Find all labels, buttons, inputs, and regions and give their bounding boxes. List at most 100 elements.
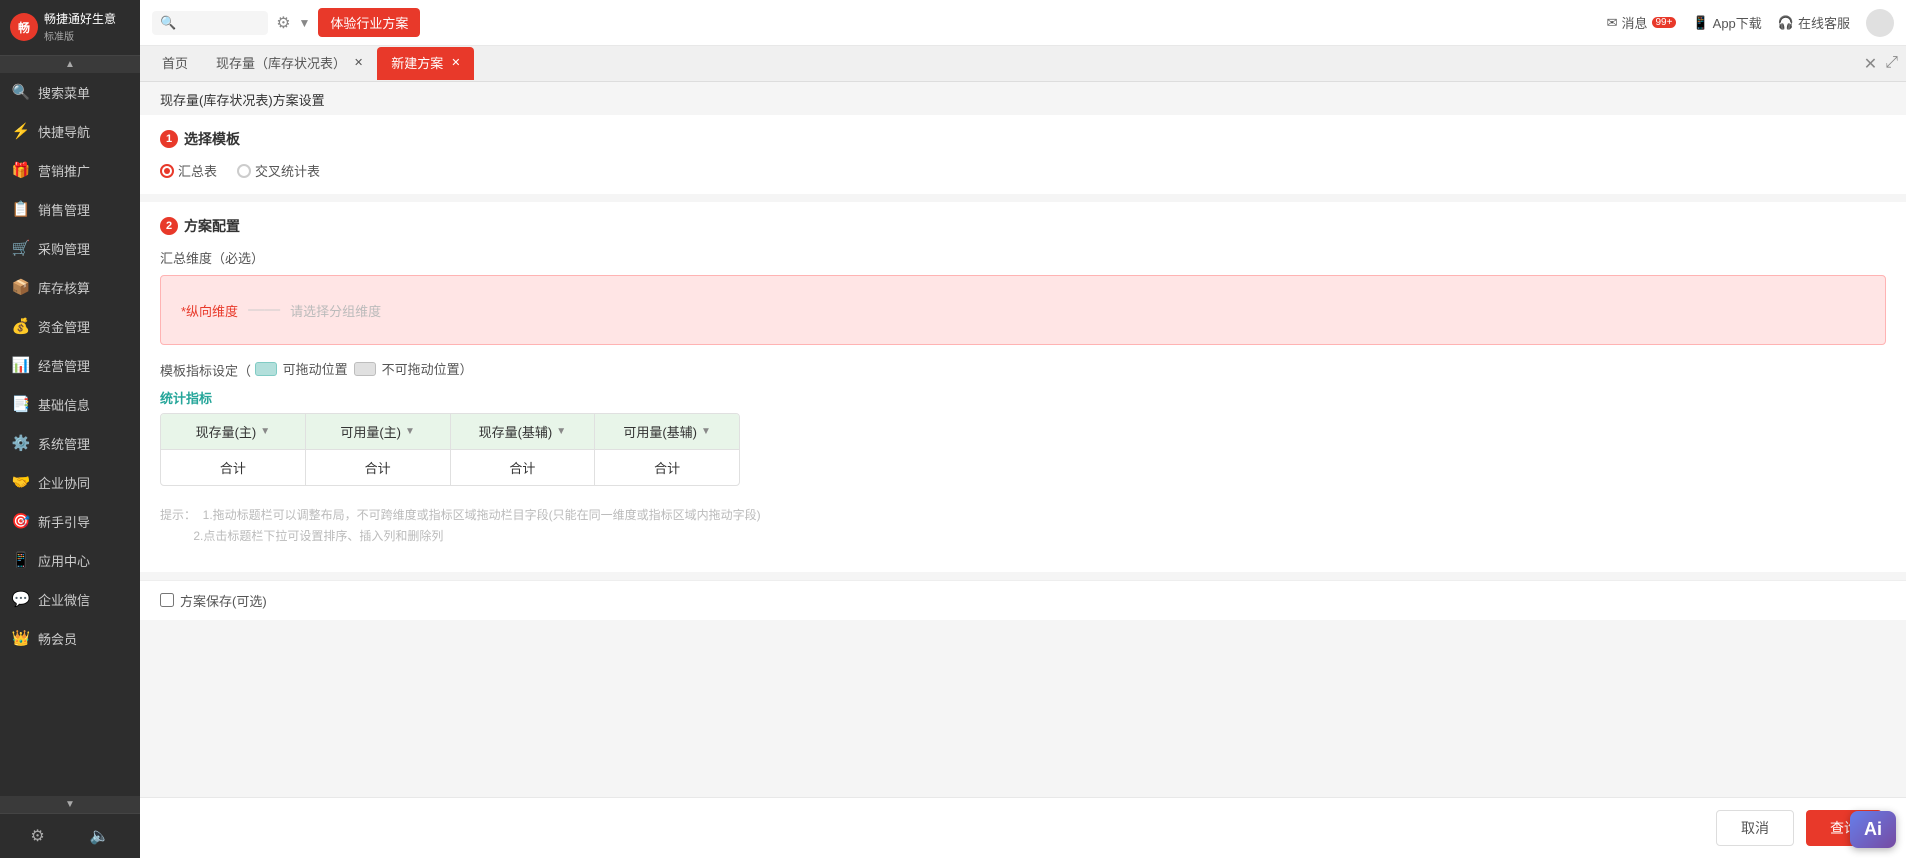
search-box: 🔍 (152, 11, 268, 35)
template-radio-group: 汇总表 交叉统计表 (160, 161, 1886, 180)
fixed-legend-label: 不可拖动位置） (382, 359, 473, 378)
stats-col-4-header[interactable]: 可用量(基辅) ▼ (595, 414, 739, 449)
sidebar-item-guide[interactable]: 🎯 新手引导 (0, 502, 140, 541)
logo-icon: 畅 (10, 13, 38, 41)
operations-icon: 📊 (12, 356, 30, 374)
stats-table: 现存量(主) ▼ 可用量(主) ▼ 现存量(基辅) ▼ 可用量(基辅) ▼ (160, 413, 740, 486)
col-1-dropdown-icon[interactable]: ▼ (260, 426, 270, 437)
sidebar-item-purchase[interactable]: 🛒 采购管理 (0, 229, 140, 268)
sidebar-item-sales[interactable]: 📋 销售管理 (0, 190, 140, 229)
col-3-dropdown-icon[interactable]: ▼ (556, 426, 566, 437)
radio-cross[interactable]: 交叉统计表 (237, 161, 320, 180)
tab-close-all-icon[interactable]: ✕ (1864, 54, 1877, 74)
tab-home[interactable]: 首页 (148, 47, 202, 80)
sidebar-item-basic[interactable]: 📑 基础信息 (0, 385, 140, 424)
radio-summary[interactable]: 汇总表 (160, 161, 217, 180)
tabs-bar: 首页 现存量（库存状况表） ✕ 新建方案 ✕ ✕ ⤢ (140, 46, 1906, 82)
gear-icon[interactable]: ⚙ (276, 13, 290, 33)
app-download-button[interactable]: 📱 App下载 (1692, 13, 1761, 32)
template-indicator-row: 模板指标设定（ 可拖动位置 不可拖动位置） (160, 359, 1886, 380)
step2-badge: 2 (160, 217, 178, 235)
enterprise-icon: 🤝 (12, 473, 30, 491)
dimension-label: 汇总维度（必选） (160, 248, 1886, 267)
stats-col-2-label: 可用量(主) (340, 422, 401, 441)
messages-button[interactable]: ✉ 消息 99+ (1607, 13, 1677, 32)
stats-col-4-label: 可用量(基辅) (623, 422, 697, 441)
dropdown-arrow-icon[interactable]: ▼ (299, 16, 311, 30)
ai-badge[interactable]: Ai (1850, 811, 1896, 848)
search-icon: 🔍 (160, 15, 176, 31)
footer-bar: 取消 查询 (140, 797, 1906, 858)
sidebar-item-label: 快捷导航 (38, 122, 90, 141)
online-service-button[interactable]: 🎧 在线客服 (1778, 13, 1850, 32)
stats-header-row: 现存量(主) ▼ 可用量(主) ▼ 现存量(基辅) ▼ 可用量(基辅) ▼ (161, 414, 739, 449)
stats-col-2-body: 合计 (306, 449, 451, 485)
stats-col-1-label: 现存量(主) (196, 422, 257, 441)
sidebar-item-label: 新手引导 (38, 512, 90, 531)
stats-col-1-header[interactable]: 现存量(主) ▼ (161, 414, 306, 449)
dim-placeholder: 请选择分组维度 (290, 301, 381, 320)
sidebar-logo: 畅 畅捷通好生意 标准版 (0, 0, 140, 56)
tab-inventory-status[interactable]: 现存量（库存状况表） ✕ (202, 47, 377, 80)
sidebar-scroll-up[interactable]: ▲ (0, 56, 140, 73)
sidebar-scroll-down[interactable]: ▼ (0, 796, 140, 813)
sidebar-item-label: 经营管理 (38, 356, 90, 375)
template-label: 模板指标设定（ 可拖动位置 不可拖动位置） (160, 359, 1886, 380)
sidebar-item-system[interactable]: ⚙️ 系统管理 (0, 424, 140, 463)
sidebar-item-quick-nav[interactable]: ⚡ 快捷导航 (0, 112, 140, 151)
sidebar-item-inventory[interactable]: 📦 库存核算 (0, 268, 140, 307)
settings-bottom-icon[interactable]: ⚙ (26, 822, 48, 850)
appstore-icon: 📱 (12, 551, 30, 569)
col-4-dropdown-icon[interactable]: ▼ (701, 426, 711, 437)
draggable-legend-box (255, 362, 277, 376)
sidebar-item-label: 营销推广 (38, 161, 90, 180)
tab-new-scheme-close-icon[interactable]: ✕ (451, 56, 460, 69)
col-2-dropdown-icon[interactable]: ▼ (405, 426, 415, 437)
sidebar-item-label: 资金管理 (38, 317, 90, 336)
sidebar-item-label: 企业微信 (38, 590, 90, 609)
save-row: 方案保存(可选) (140, 580, 1906, 620)
radio-cross-dot (237, 164, 251, 178)
stats-col-2-header[interactable]: 可用量(主) ▼ (306, 414, 451, 449)
sidebar-item-membership[interactable]: 👑 畅会员 (0, 619, 140, 658)
save-checkbox[interactable] (160, 593, 174, 607)
sidebar-item-operations[interactable]: 📊 经营管理 (0, 346, 140, 385)
cancel-button[interactable]: 取消 (1716, 810, 1794, 846)
headset-icon: 🎧 (1778, 15, 1794, 31)
search-input[interactable] (180, 16, 260, 30)
sidebar-item-finance[interactable]: 💰 资金管理 (0, 307, 140, 346)
user-avatar[interactable] (1866, 9, 1894, 37)
sidebar-item-appstore[interactable]: 📱 应用中心 (0, 541, 140, 580)
dimension-zone[interactable]: *纵向维度 —— 请选择分组维度 (160, 275, 1886, 345)
tab-inventory-close-icon[interactable]: ✕ (354, 56, 363, 69)
purchase-icon: 🛒 (12, 239, 30, 257)
sidebar-item-search[interactable]: 🔍 搜索菜单 (0, 73, 140, 112)
sidebar-item-label: 搜索菜单 (38, 83, 90, 102)
tab-expand-icon[interactable]: ⤢ (1885, 54, 1898, 74)
logo-text: 畅捷通好生意 标准版 (44, 12, 116, 43)
step1-badge: 1 (160, 130, 178, 148)
stats-col-3-header[interactable]: 现存量(基辅) ▼ (451, 414, 596, 449)
sidebar-item-enterprise[interactable]: 🤝 企业协同 (0, 463, 140, 502)
dim-field-label: *纵向维度 (181, 301, 238, 320)
mobile-icon: 📱 (1692, 15, 1708, 31)
fixed-legend-box (354, 362, 376, 376)
save-label: 方案保存(可选) (180, 591, 267, 610)
trial-button[interactable]: 体验行业方案 (318, 8, 420, 37)
sidebar-item-label: 应用中心 (38, 551, 90, 570)
sidebar-item-marketing[interactable]: 🎁 营销推广 (0, 151, 140, 190)
membership-icon: 👑 (12, 629, 30, 647)
main-area: 🔍 ⚙ ▼ 体验行业方案 ✉ 消息 99+ 📱 App下载 🎧 在线客服 (140, 0, 1906, 858)
basic-icon: 📑 (12, 395, 30, 413)
step1-title: 1 选择模板 (160, 129, 1886, 149)
sidebar-item-label: 企业协同 (38, 473, 90, 492)
tabs-right: ✕ ⤢ (1864, 54, 1898, 74)
draggable-legend-label: 可拖动位置 (283, 359, 348, 378)
tab-new-scheme[interactable]: 新建方案 ✕ (377, 47, 474, 80)
sidebar-item-wechat[interactable]: 💬 企业微信 (0, 580, 140, 619)
stats-col-3-label: 现存量(基辅) (479, 422, 553, 441)
tip-2: 2.点击标题栏下拉可设置排序、插入列和删除列 (160, 527, 1886, 544)
message-icon: ✉ (1607, 15, 1618, 31)
volume-icon[interactable]: 🔈 (86, 822, 114, 850)
tab-home-label: 首页 (162, 53, 188, 72)
